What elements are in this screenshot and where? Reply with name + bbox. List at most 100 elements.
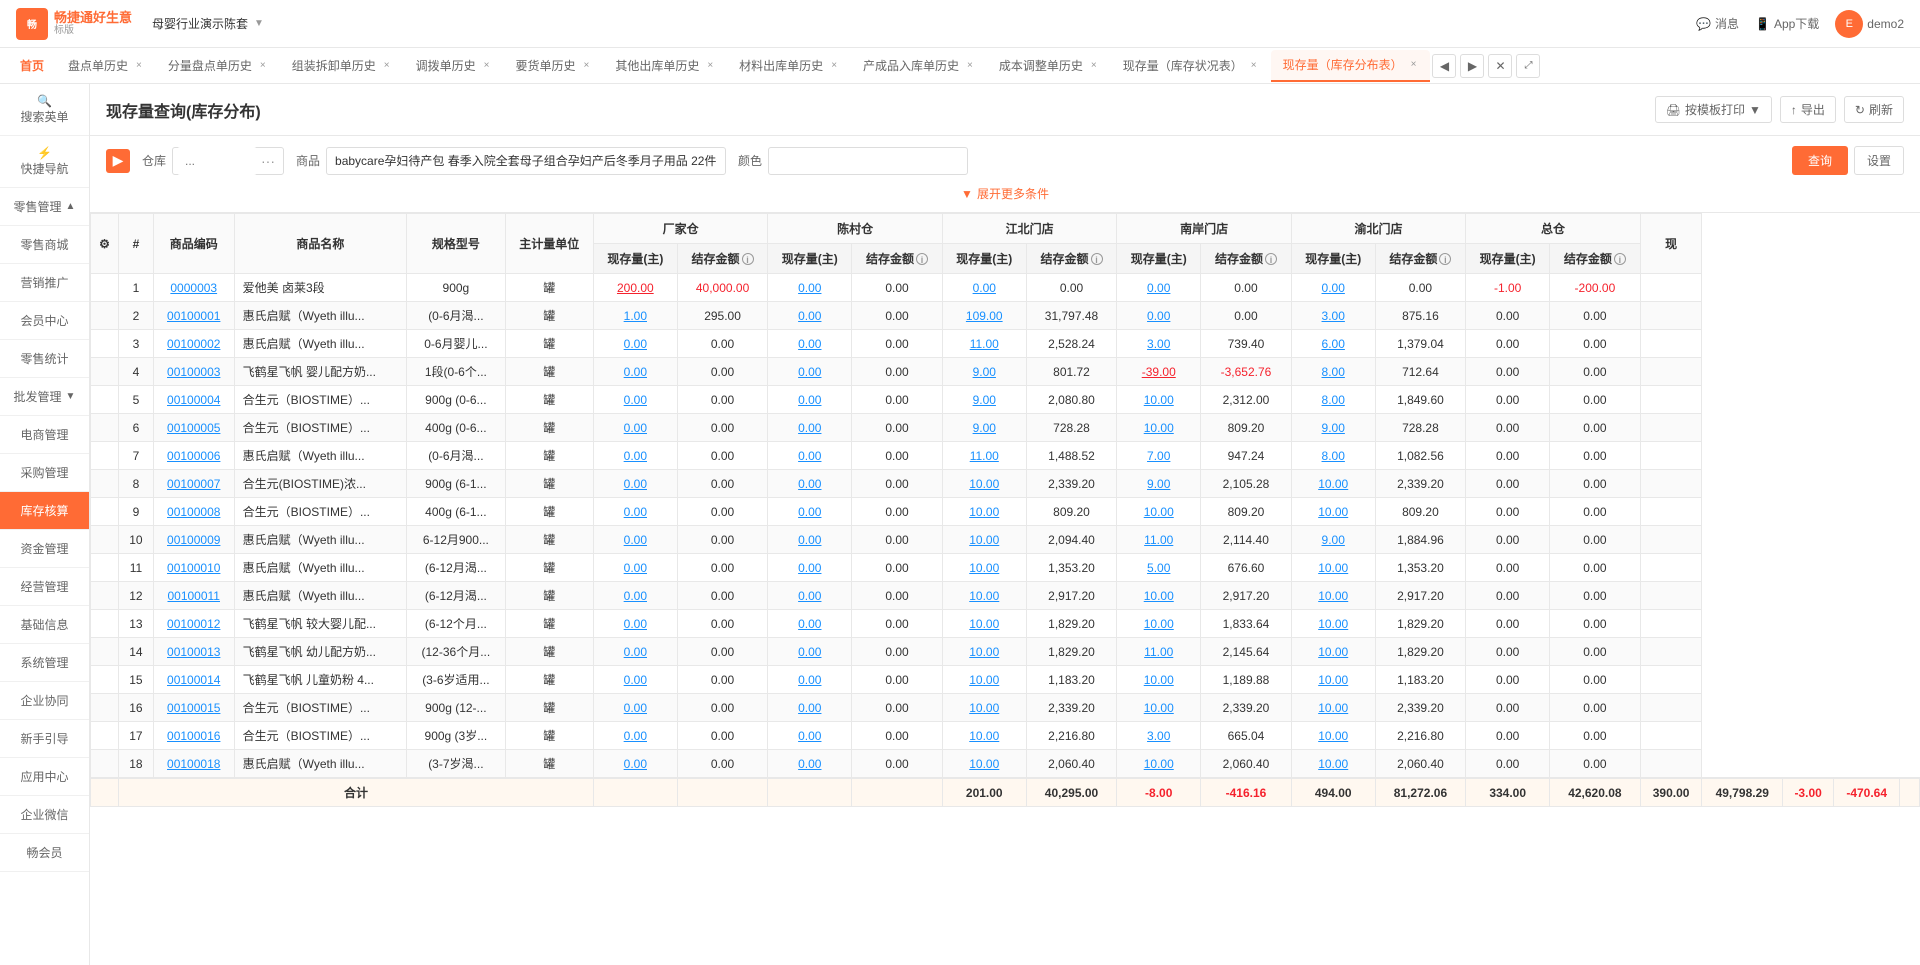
- table-cell[interactable]: 0.00: [593, 330, 677, 358]
- tot-amt-info[interactable]: i: [1614, 253, 1626, 265]
- table-cell[interactable]: 9.00: [942, 414, 1026, 442]
- table-cell[interactable]: 0.00: [768, 638, 852, 666]
- tab-chan-pin-close[interactable]: ×: [965, 59, 975, 72]
- sidebar-item-app-center[interactable]: 应用中心: [0, 758, 89, 796]
- table-cell[interactable]: 3.00: [1117, 330, 1201, 358]
- tab-fen-lei-close[interactable]: ×: [258, 59, 268, 72]
- table-cell[interactable]: 0.00: [768, 442, 852, 470]
- print-btn[interactable]: 🖨 按模板打印 ▼: [1655, 96, 1772, 123]
- table-cell[interactable]: 0.00: [593, 694, 677, 722]
- table-cell[interactable]: 10.00: [1291, 694, 1375, 722]
- table-cell[interactable]: 00100004: [153, 386, 234, 414]
- table-cell[interactable]: 10.00: [1291, 722, 1375, 750]
- table-cell[interactable]: 00100002: [153, 330, 234, 358]
- table-cell[interactable]: 9.00: [1291, 526, 1375, 554]
- sidebar-item-purchase[interactable]: 采购管理: [0, 454, 89, 492]
- table-cell[interactable]: 11.00: [942, 330, 1026, 358]
- filter-expand-btn[interactable]: ▼ 展开更多条件: [961, 185, 1049, 202]
- tab-qi-ta-chu[interactable]: 其他出库单历史 ×: [603, 50, 727, 82]
- tab-diao-bo-close[interactable]: ×: [482, 59, 492, 72]
- tab-fen-lei[interactable]: 分量盘点单历史 ×: [156, 50, 280, 82]
- sidebar-item-inventory[interactable]: 库存核算: [0, 492, 89, 530]
- industry-selector[interactable]: 母婴行业演示陈套 ▼: [152, 15, 264, 32]
- user-area[interactable]: E demo2: [1835, 10, 1904, 38]
- table-cell[interactable]: 6.00: [1291, 330, 1375, 358]
- message-btn[interactable]: 💬 消息: [1696, 15, 1739, 32]
- table-cell[interactable]: 10.00: [1291, 638, 1375, 666]
- table-cell[interactable]: 200.00: [593, 274, 677, 302]
- app-download-btn[interactable]: 📱 App下载: [1755, 15, 1819, 32]
- table-cell[interactable]: 00100008: [153, 498, 234, 526]
- table-cell[interactable]: 00100015: [153, 694, 234, 722]
- sidebar-item-retail-mgmt[interactable]: 零售管理 ▲: [0, 188, 89, 226]
- tab-expand[interactable]: ⤢: [1516, 54, 1540, 78]
- color-input[interactable]: [768, 147, 968, 175]
- table-cell[interactable]: 10.00: [1117, 386, 1201, 414]
- table-cell[interactable]: 10.00: [1291, 498, 1375, 526]
- table-cell[interactable]: 0.00: [593, 414, 677, 442]
- table-cell[interactable]: 0.00: [593, 554, 677, 582]
- table-cell[interactable]: -39.00: [1117, 358, 1201, 386]
- table-cell[interactable]: 0.00: [593, 442, 677, 470]
- table-cell[interactable]: 10.00: [942, 610, 1026, 638]
- table-cell[interactable]: 5.00: [1117, 554, 1201, 582]
- table-cell[interactable]: 10.00: [1291, 666, 1375, 694]
- tab-yao-huo-close[interactable]: ×: [581, 59, 591, 72]
- yb-amt-info[interactable]: i: [1439, 253, 1451, 265]
- table-cell[interactable]: 7.00: [1117, 442, 1201, 470]
- query-btn[interactable]: 查询: [1792, 146, 1848, 175]
- table-cell[interactable]: 9.00: [1291, 414, 1375, 442]
- table-cell[interactable]: 00100001: [153, 302, 234, 330]
- tab-xian-cun-ku[interactable]: 现存量（库存状况表） ×: [1111, 50, 1271, 82]
- table-cell[interactable]: 10.00: [1117, 414, 1201, 442]
- table-cell[interactable]: 0.00: [1117, 302, 1201, 330]
- table-cell[interactable]: 109.00: [942, 302, 1026, 330]
- tab-nav-prev[interactable]: ◀: [1432, 54, 1456, 78]
- table-cell[interactable]: 10.00: [1117, 498, 1201, 526]
- tab-zu-he[interactable]: 组装拆卸单历史 ×: [280, 50, 404, 82]
- table-cell[interactable]: 0.00: [593, 582, 677, 610]
- tab-cai-liao[interactable]: 材料出库单历史 ×: [727, 50, 851, 82]
- table-cell[interactable]: 0.00: [768, 498, 852, 526]
- sidebar-item-system[interactable]: 系统管理: [0, 644, 89, 682]
- table-cell[interactable]: 3.00: [1117, 722, 1201, 750]
- table-cell[interactable]: 9.00: [942, 358, 1026, 386]
- table-cell[interactable]: 10.00: [1291, 750, 1375, 779]
- setting-btn[interactable]: 设置: [1854, 146, 1904, 175]
- table-cell[interactable]: 1.00: [593, 302, 677, 330]
- tab-cai-liao-close[interactable]: ×: [829, 59, 839, 72]
- table-cell[interactable]: 00100012: [153, 610, 234, 638]
- table-cell[interactable]: 0.00: [593, 610, 677, 638]
- table-cell[interactable]: 0.00: [768, 302, 852, 330]
- table-cell[interactable]: 10.00: [942, 582, 1026, 610]
- sidebar-item-corp[interactable]: 企业协同: [0, 682, 89, 720]
- sidebar-item-finance[interactable]: 资金管理: [0, 530, 89, 568]
- table-cell[interactable]: 0.00: [768, 722, 852, 750]
- table-cell[interactable]: 0.00: [1117, 274, 1201, 302]
- tab-pan-dan-close[interactable]: ×: [134, 59, 144, 72]
- table-cell[interactable]: 00100007: [153, 470, 234, 498]
- sidebar-item-guide[interactable]: 新手引导: [0, 720, 89, 758]
- table-cell[interactable]: 00100016: [153, 722, 234, 750]
- refresh-btn[interactable]: ↻ 刷新: [1844, 96, 1904, 123]
- sidebar-item-members[interactable]: 畅会员: [0, 834, 89, 872]
- table-cell[interactable]: 0000003: [153, 274, 234, 302]
- tab-cheng-ben[interactable]: 成本调整单历史 ×: [987, 50, 1111, 82]
- sidebar-item-member[interactable]: 会员中心: [0, 302, 89, 340]
- table-cell[interactable]: 10.00: [1117, 582, 1201, 610]
- tab-diao-bo[interactable]: 调拨单历史 ×: [404, 50, 504, 82]
- table-cell[interactable]: 8.00: [1291, 386, 1375, 414]
- warehouse-more-btn[interactable]: ···: [257, 153, 279, 169]
- table-cell[interactable]: 0.00: [768, 414, 852, 442]
- warehouse-input[interactable]: [177, 147, 257, 175]
- tab-close-all[interactable]: ✕: [1488, 54, 1512, 78]
- table-cell[interactable]: 00100014: [153, 666, 234, 694]
- tab-chan-pin[interactable]: 产成品入库单历史 ×: [851, 50, 987, 82]
- tab-xian-cun-fen[interactable]: 现存量（库存分布表） ×: [1271, 50, 1431, 82]
- table-cell[interactable]: 00100003: [153, 358, 234, 386]
- table-cell[interactable]: 0.00: [593, 750, 677, 779]
- sidebar-item-quick-nav[interactable]: ⚡ 快捷导航: [0, 136, 89, 188]
- table-cell[interactable]: 10.00: [942, 526, 1026, 554]
- sidebar-item-wholesale[interactable]: 批发管理 ▼: [0, 378, 89, 416]
- table-cell[interactable]: 0.00: [768, 274, 852, 302]
